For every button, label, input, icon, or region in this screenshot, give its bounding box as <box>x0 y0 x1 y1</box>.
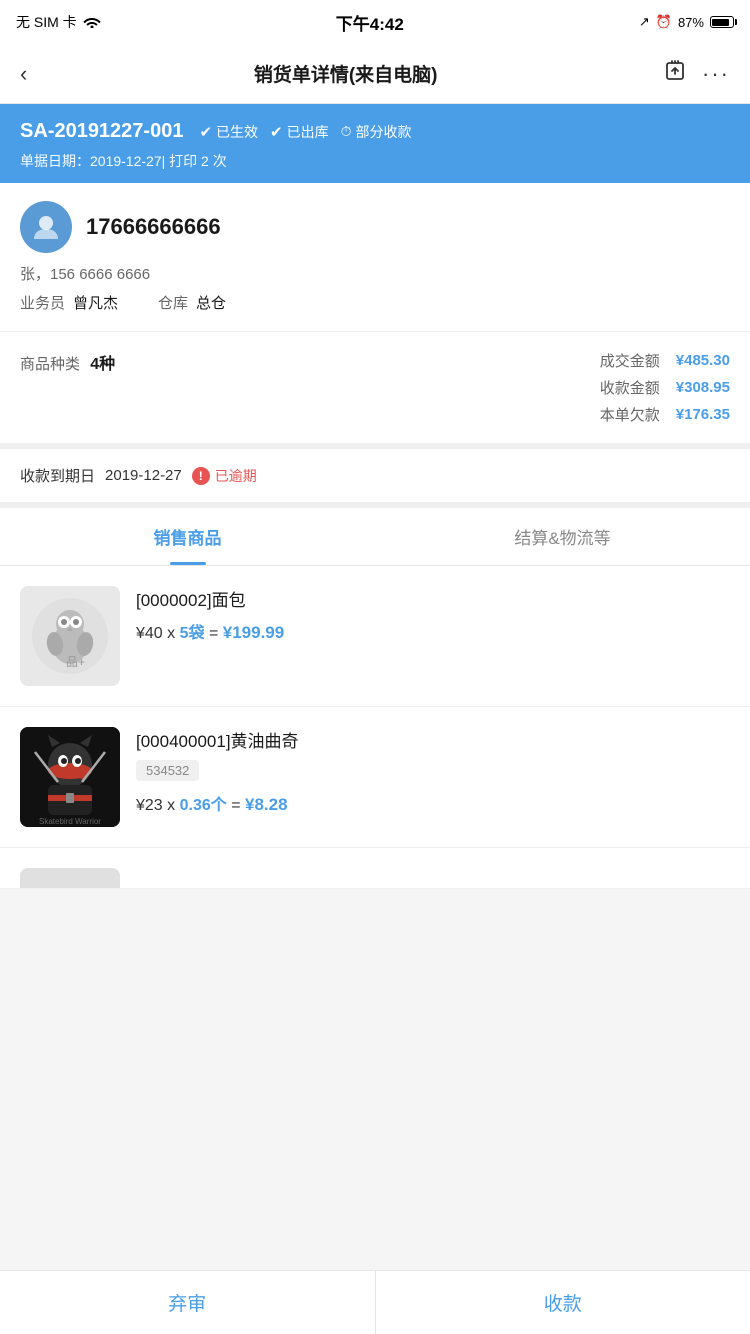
stats-left: 商品种类 4种 <box>20 350 115 374</box>
stats-right: 成交金额 ¥485.30 收款金额 ¥308.95 本单欠款 ¥176.35 <box>600 350 730 425</box>
battery-icon <box>710 16 734 28</box>
customer-top: 17666666666 <box>20 201 730 253</box>
tab-settlement[interactable]: 结算&物流等 <box>375 508 750 565</box>
product-item-3 <box>0 848 750 889</box>
due-label: 收款到期日 <box>20 465 95 486</box>
overdue-icon: ! <box>192 467 210 485</box>
debt-row: 本单欠款 ¥176.35 <box>600 404 730 425</box>
nav-title: 销货单详情(来自电脑) <box>254 60 438 87</box>
customer-name: 17666666666 <box>86 214 221 240</box>
svg-text:Skatebird Warrior: Skatebird Warrior <box>39 817 101 826</box>
warehouse-label: 仓库 <box>158 292 188 313</box>
debt-value: ¥176.35 <box>676 406 730 423</box>
due-date: 2019-12-27 <box>105 467 182 484</box>
amount-value: ¥485.30 <box>676 352 730 369</box>
product-list: 品+ [0000002]面包 ¥40 x 5袋 = ¥199.99 <box>0 566 750 889</box>
carrier-text: 无 SIM 卡 <box>16 12 77 32</box>
sales-label: 业务员 <box>20 292 65 313</box>
check-icon-1: ✔ <box>199 123 212 141</box>
product-name-2: [000400001]黄油曲奇 <box>136 727 730 752</box>
more-button[interactable]: ··· <box>702 61 730 87</box>
price-base-2: ¥23 x <box>136 797 180 814</box>
tab-sales-products[interactable]: 销售商品 <box>0 508 375 565</box>
banner-date: 单据日期：2019-12-27| 打印 2 次 <box>20 151 730 171</box>
header-banner: SA-20191227-001 ✔ ✔ 已生效 已生效 ✔ 已出库 ⏱ 部分收款… <box>0 104 750 183</box>
price-total-1: ¥199.99 <box>223 623 284 642</box>
back-button[interactable]: ‹ <box>20 61 27 87</box>
amount-label: 成交金额 <box>600 350 660 371</box>
clock-icon: ⏱ <box>341 123 352 140</box>
stats-section: 商品种类 4种 成交金额 ¥485.30 收款金额 ¥308.95 本单欠款 ¥… <box>0 332 750 449</box>
svg-text:品+: 品+ <box>66 655 85 669</box>
badge-shipped: ✔ 已出库 <box>270 122 329 142</box>
sales-meta: 业务员 曾凡杰 <box>20 292 118 313</box>
location-icon: ↗ <box>639 14 650 30</box>
product-thumb-2: Skatebird Warrior <box>20 727 120 827</box>
badge-activated: ✔ ✔ 已生效 已生效 <box>199 122 258 142</box>
price-qty-2: 0.36个 <box>180 797 227 814</box>
customer-section: 17666666666 张，156 6666 6666 业务员 曾凡杰 仓库 总… <box>0 183 750 332</box>
product-price-1: ¥40 x 5袋 = ¥199.99 <box>136 619 730 643</box>
product-info-1: [0000002]面包 ¥40 x 5袋 = ¥199.99 <box>136 586 730 643</box>
nav-left: ‹ <box>20 61 27 87</box>
collected-label: 收款金额 <box>600 377 660 398</box>
warehouse-meta: 仓库 总仓 <box>158 292 226 313</box>
product-thumb-1: 品+ <box>20 586 120 686</box>
check-icon-2: ✔ <box>270 123 283 141</box>
price-total-2: ¥8.28 <box>245 795 288 814</box>
thumb-placeholder-1: 品+ <box>20 586 120 686</box>
product-name-1: [0000002]面包 <box>136 586 730 611</box>
status-right: ↗ ⏰ 87% <box>639 14 734 30</box>
avatar <box>20 201 72 253</box>
product-sku-2: 534532 <box>136 760 199 781</box>
price-eq-2: = <box>231 797 245 814</box>
overdue-text: 已逾期 <box>215 466 257 486</box>
badge-partial: ⏱ 部分收款 <box>341 122 412 142</box>
warehouse-value: 总仓 <box>196 292 226 313</box>
type-label: 商品种类 <box>20 356 80 373</box>
product-info-2: [000400001]黄油曲奇 534532 ¥23 x 0.36个 = ¥8.… <box>136 727 730 815</box>
sales-value: 曾凡杰 <box>73 292 118 313</box>
collected-row: 收款金额 ¥308.95 <box>600 377 730 398</box>
order-id: SA-20191227-001 <box>20 120 183 143</box>
banner-badges: ✔ ✔ 已生效 已生效 ✔ 已出库 ⏱ 部分收款 <box>199 122 411 142</box>
product-price-2: ¥23 x 0.36个 = ¥8.28 <box>136 791 730 815</box>
product-item-2: Skatebird Warrior [000400001]黄油曲奇 534532… <box>0 707 750 848</box>
cancel-button[interactable]: 弃审 <box>0 1271 376 1334</box>
wifi-icon <box>83 14 101 31</box>
type-count: 4种 <box>90 356 115 373</box>
due-section: 收款到期日 2019-12-27 ! 已逾期 <box>0 449 750 508</box>
status-bar: 无 SIM 卡 下午4:42 ↗ ⏰ 87% <box>0 0 750 44</box>
product-item: 品+ [0000002]面包 ¥40 x 5袋 = ¥199.99 <box>0 566 750 707</box>
status-left: 无 SIM 卡 <box>16 12 101 32</box>
price-qty-1: 5袋 <box>180 625 205 642</box>
share-button[interactable] <box>664 60 686 88</box>
price-base-1: ¥40 x <box>136 625 180 642</box>
collected-value: ¥308.95 <box>676 379 730 396</box>
amount-row: 成交金额 ¥485.30 <box>600 350 730 371</box>
product-thumb-3 <box>20 868 120 889</box>
customer-meta: 业务员 曾凡杰 仓库 总仓 <box>20 292 730 313</box>
customer-info: 张，156 6666 6666 <box>20 263 730 284</box>
price-eq-1: = <box>209 625 223 642</box>
status-time: 下午4:42 <box>336 10 404 35</box>
alarm-icon: ⏰ <box>656 14 672 30</box>
confirm-button[interactable]: 收款 <box>376 1271 750 1334</box>
nav-bar: ‹ 销货单详情(来自电脑) ··· <box>0 44 750 104</box>
tabs: 销售商品 结算&物流等 <box>0 508 750 566</box>
bottom-bar: 弃审 收款 <box>0 1270 750 1334</box>
battery-percentage: 87% <box>678 15 704 30</box>
overdue-badge: ! 已逾期 <box>192 466 257 486</box>
debt-label: 本单欠款 <box>600 404 660 425</box>
product-image-2: Skatebird Warrior <box>20 727 120 827</box>
nav-right: ··· <box>664 60 730 88</box>
